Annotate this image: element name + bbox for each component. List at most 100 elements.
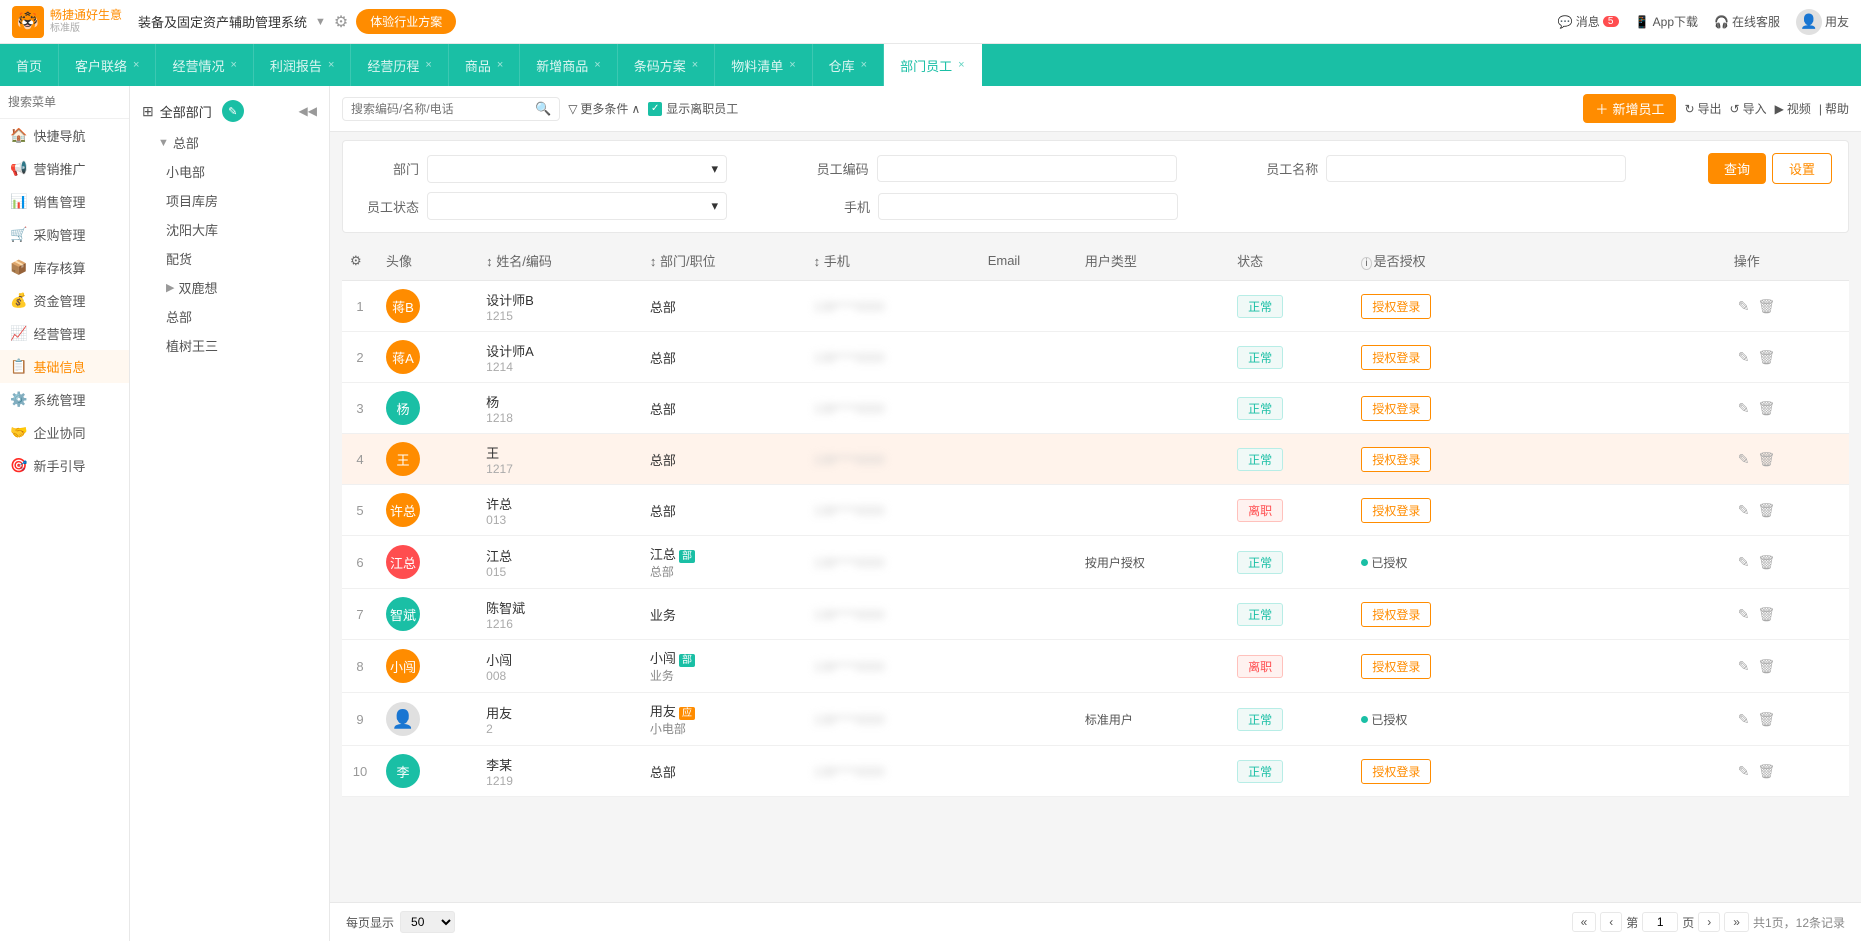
tab-dept-employee[interactable]: 部门员工× bbox=[884, 44, 981, 86]
col-phone[interactable]: ↕ 手机 bbox=[806, 241, 980, 281]
message-button[interactable]: 💬 消息 5 bbox=[1558, 13, 1619, 30]
dept-tree-item-shuangluxiang[interactable]: ▶ 双鹿想 bbox=[130, 273, 329, 302]
add-employee-button[interactable]: ＋ 新增员工 bbox=[1583, 94, 1676, 123]
col-settings[interactable]: ⚙ bbox=[342, 241, 378, 281]
tab-customer[interactable]: 客户联络× bbox=[59, 44, 156, 86]
tab-barcode[interactable]: 条码方案× bbox=[618, 44, 715, 86]
tab-add-goods[interactable]: 新增商品× bbox=[520, 44, 617, 86]
show-resigned-checkbox[interactable]: ✓ 显示离职员工 bbox=[648, 100, 738, 117]
close-icon[interactable]: × bbox=[861, 59, 867, 71]
dept-select[interactable]: ▾ bbox=[427, 155, 727, 183]
help-button[interactable]: | 帮助 bbox=[1819, 100, 1849, 117]
delete-button[interactable]: 🗑 bbox=[1753, 347, 1779, 368]
tab-history[interactable]: 经营历程× bbox=[351, 44, 448, 86]
close-icon[interactable]: × bbox=[425, 59, 431, 71]
sidebar-item-navigation[interactable]: 🏠 快捷导航 bbox=[0, 119, 129, 152]
edit-button[interactable]: ✎ bbox=[1734, 552, 1754, 573]
authorize-button[interactable]: 授权登录 bbox=[1361, 498, 1431, 523]
authorize-button[interactable]: 授权登录 bbox=[1361, 654, 1431, 679]
sidebar-item-collab[interactable]: 🤝 企业协同 bbox=[0, 416, 129, 449]
authorize-button[interactable]: 授权登录 bbox=[1361, 447, 1431, 472]
dept-tree-item-shenyang[interactable]: 沈阳大库 bbox=[130, 215, 329, 244]
sidebar-search-input[interactable] bbox=[8, 95, 130, 109]
sidebar-item-inventory[interactable]: 📦 库存核算 bbox=[0, 251, 129, 284]
authorize-button[interactable]: 授权登录 bbox=[1361, 345, 1431, 370]
dept-collapse-button[interactable]: ◀◀ bbox=[299, 104, 317, 118]
search-input[interactable] bbox=[351, 102, 531, 116]
edit-button[interactable]: ✎ bbox=[1734, 604, 1754, 625]
col-name-code[interactable]: ↕ 姓名/编码 bbox=[478, 241, 642, 281]
close-icon[interactable]: × bbox=[594, 59, 600, 71]
close-icon[interactable]: × bbox=[328, 59, 334, 71]
sidebar-item-marketing[interactable]: 📢 营销推广 bbox=[0, 152, 129, 185]
user-menu-button[interactable]: 👤 用友 bbox=[1796, 9, 1849, 35]
authorize-button[interactable]: 授权登录 bbox=[1361, 759, 1431, 784]
edit-button[interactable]: ✎ bbox=[1734, 347, 1754, 368]
close-icon[interactable]: × bbox=[692, 59, 698, 71]
all-dept-label[interactable]: ⊞ 全部部门 ✎ bbox=[142, 100, 299, 122]
app-download-button[interactable]: 📱 App下载 bbox=[1635, 13, 1698, 30]
dept-tree-item-zongbu2[interactable]: 总部 bbox=[130, 302, 329, 331]
sidebar-item-basic-info[interactable]: 📋 基础信息 bbox=[0, 350, 129, 383]
tab-goods[interactable]: 商品× bbox=[449, 44, 520, 86]
import-button[interactable]: ↺ 导入 bbox=[1730, 100, 1767, 117]
tab-bom[interactable]: 物料清单× bbox=[715, 44, 812, 86]
dept-tree-item-zhishu[interactable]: 植树王三 bbox=[130, 331, 329, 360]
dropdown-arrow-icon[interactable]: ▼ bbox=[315, 16, 326, 28]
dept-edit-button[interactable]: ✎ bbox=[222, 100, 244, 122]
col-dept-position[interactable]: ↕ 部门/职位 bbox=[642, 241, 806, 281]
close-icon[interactable]: × bbox=[789, 59, 795, 71]
more-filter-button[interactable]: ▽ 更多条件 ∧ bbox=[568, 100, 640, 117]
delete-button[interactable]: 🗑 bbox=[1753, 709, 1779, 730]
first-page-button[interactable]: « bbox=[1572, 912, 1597, 932]
edit-button[interactable]: ✎ bbox=[1734, 449, 1754, 470]
delete-button[interactable]: 🗑 bbox=[1753, 500, 1779, 521]
phone-input[interactable] bbox=[878, 193, 1178, 220]
close-icon[interactable]: × bbox=[497, 59, 503, 71]
emp-status-select[interactable]: ▾ bbox=[427, 192, 727, 220]
online-service-button[interactable]: 🎧 在线客服 bbox=[1714, 13, 1780, 30]
delete-button[interactable]: 🗑 bbox=[1753, 296, 1779, 317]
video-button[interactable]: ▶ 视频 bbox=[1775, 100, 1811, 117]
edit-button[interactable]: ✎ bbox=[1734, 656, 1754, 677]
settings-button[interactable]: ⚙ bbox=[334, 12, 348, 32]
authorize-button[interactable]: 授权登录 bbox=[1361, 396, 1431, 421]
sidebar-item-finance[interactable]: 💰 资金管理 bbox=[0, 284, 129, 317]
last-page-button[interactable]: » bbox=[1724, 912, 1749, 932]
trial-button[interactable]: 体验行业方案 bbox=[356, 9, 456, 34]
authorize-button[interactable]: 授权登录 bbox=[1361, 294, 1431, 319]
dept-tree-item-zongbu[interactable]: ▼ 总部 bbox=[130, 128, 329, 157]
emp-name-input[interactable] bbox=[1326, 155, 1626, 182]
tab-warehouse[interactable]: 仓库× bbox=[813, 44, 884, 86]
close-active-icon[interactable]: × bbox=[958, 59, 964, 71]
delete-button[interactable]: 🗑 bbox=[1753, 552, 1779, 573]
tab-profit[interactable]: 利润报告× bbox=[254, 44, 351, 86]
delete-button[interactable]: 🗑 bbox=[1753, 398, 1779, 419]
delete-button[interactable]: 🗑 bbox=[1753, 761, 1779, 782]
sidebar-item-management[interactable]: 📈 经营管理 bbox=[0, 317, 129, 350]
emp-code-input[interactable] bbox=[877, 155, 1177, 182]
next-page-button[interactable]: › bbox=[1698, 912, 1720, 932]
authorize-button[interactable]: 授权登录 bbox=[1361, 602, 1431, 627]
edit-button[interactable]: ✎ bbox=[1734, 761, 1754, 782]
edit-button[interactable]: ✎ bbox=[1734, 296, 1754, 317]
sidebar-item-purchase[interactable]: 🛒 采购管理 bbox=[0, 218, 129, 251]
dept-tree-item-project[interactable]: 项目库房 bbox=[130, 186, 329, 215]
close-icon[interactable]: × bbox=[133, 59, 139, 71]
delete-button[interactable]: 🗑 bbox=[1753, 604, 1779, 625]
page-number-input[interactable] bbox=[1642, 912, 1678, 932]
sidebar-item-sales[interactable]: 📊 销售管理 bbox=[0, 185, 129, 218]
tab-operation[interactable]: 经营情况× bbox=[156, 44, 253, 86]
edit-button[interactable]: ✎ bbox=[1734, 398, 1754, 419]
set-button[interactable]: 设置 bbox=[1772, 153, 1832, 184]
search-submit-icon[interactable]: 🔍 bbox=[535, 101, 551, 117]
dept-tree-item-xiaodiandept[interactable]: 小电部 bbox=[130, 157, 329, 186]
close-icon[interactable]: × bbox=[230, 59, 236, 71]
dept-tree-item-peihuo[interactable]: 配货 bbox=[130, 244, 329, 273]
page-size-select[interactable]: 50 10 20 100 bbox=[400, 911, 455, 933]
prev-page-button[interactable]: ‹ bbox=[1600, 912, 1622, 932]
sidebar-item-system[interactable]: ⚙️ 系统管理 bbox=[0, 383, 129, 416]
edit-button[interactable]: ✎ bbox=[1734, 500, 1754, 521]
sidebar-item-guide[interactable]: 🎯 新手引导 bbox=[0, 449, 129, 482]
delete-button[interactable]: 🗑 bbox=[1753, 656, 1779, 677]
